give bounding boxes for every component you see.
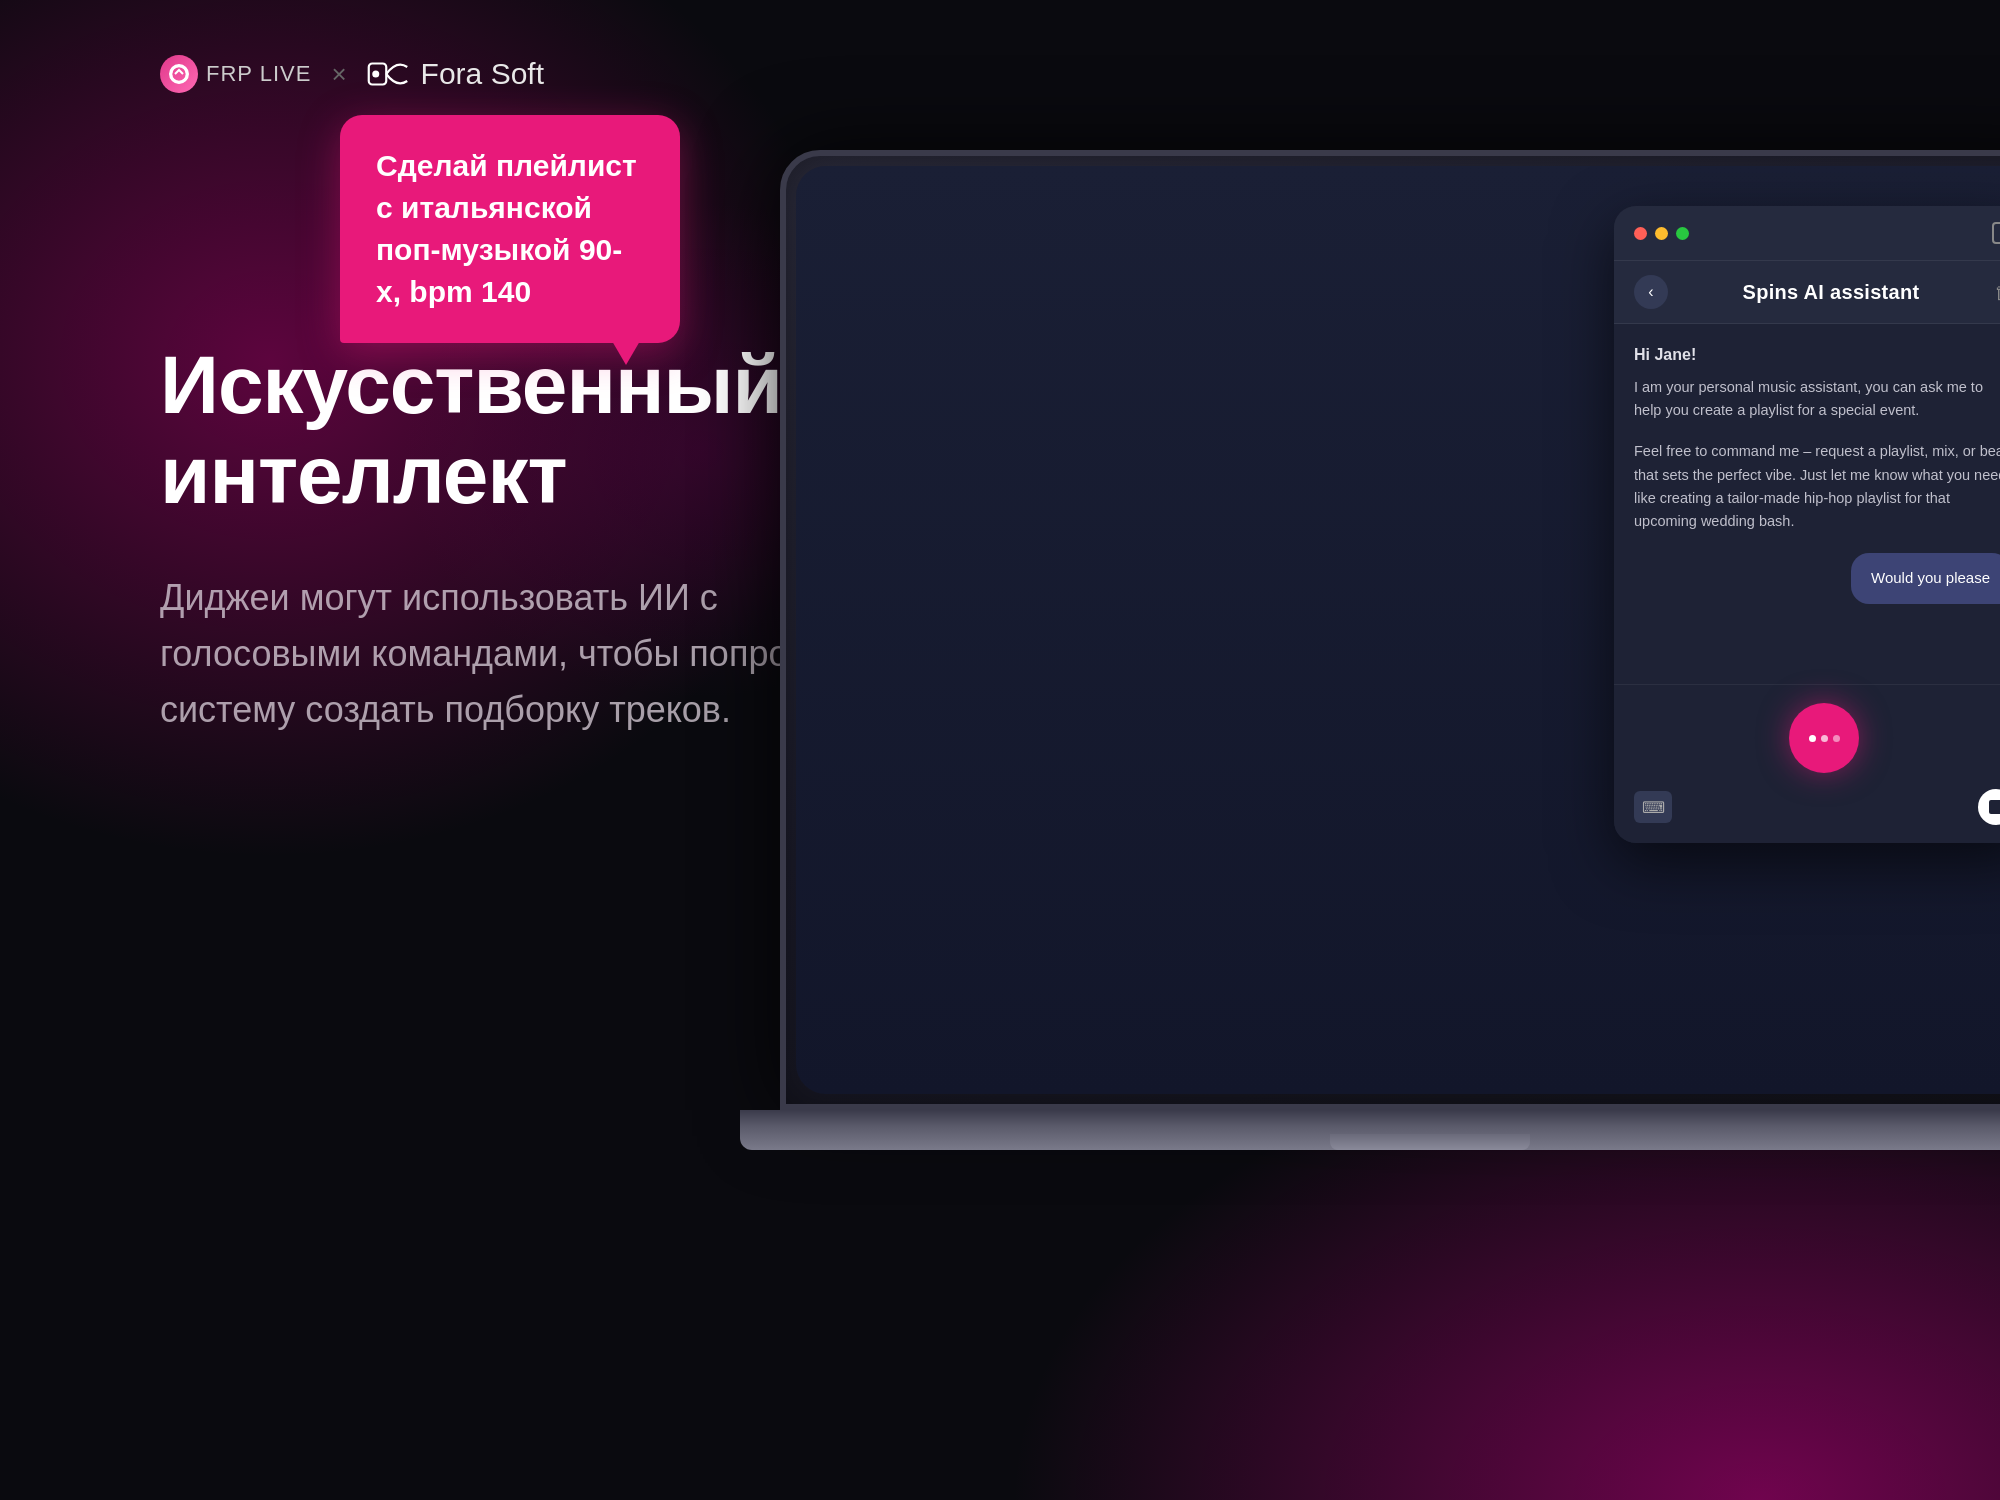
header: FRP LIVE × Fora Soft [160, 55, 544, 93]
chat-header-bar [1614, 206, 2000, 261]
ai-greeting: Hi Jane! [1634, 346, 2000, 364]
stop-square [1989, 800, 2000, 814]
frp-live-label: FRP LIVE [206, 61, 311, 87]
laptop-container: ‹ Spins AI assistant 🗑 Hi Jane! I am you… [730, 70, 2000, 1420]
speech-bubble: Сделай плейлист с итальянской поп-музыко… [340, 115, 680, 343]
window-dots [1634, 227, 1689, 240]
stop-button[interactable] [1978, 789, 2000, 825]
user-message-container: Would you please [1634, 553, 2000, 604]
voice-dot-3 [1833, 735, 1840, 742]
user-bubble: Would you please [1851, 553, 2000, 604]
chat-messages: Hi Jane! I am your personal music assist… [1614, 324, 2000, 684]
laptop: ‹ Spins AI assistant 🗑 Hi Jane! I am you… [780, 150, 2000, 1320]
dot-yellow [1655, 227, 1668, 240]
back-button[interactable]: ‹ [1634, 275, 1668, 309]
laptop-base [740, 1110, 2000, 1150]
ai-message-2: Feel free to command me – request a play… [1634, 440, 2000, 533]
frp-logo-group: FRP LIVE [160, 55, 311, 93]
ai-message-1: I am your personal music assistant, you … [1634, 376, 2000, 422]
header-separator: × [331, 59, 346, 90]
fora-soft-logo: Fora Soft [367, 56, 544, 92]
laptop-screen: ‹ Spins AI assistant 🗑 Hi Jane! I am you… [780, 150, 2000, 1110]
voice-dots [1809, 735, 1840, 742]
window-share-icon [1992, 222, 2000, 244]
trash-button[interactable]: 🗑 [1994, 281, 2000, 304]
dot-red [1634, 227, 1647, 240]
dot-green [1676, 227, 1689, 240]
frp-icon [160, 55, 198, 93]
screen-content: ‹ Spins AI assistant 🗑 Hi Jane! I am you… [796, 166, 2000, 1094]
user-bubble-text: Would you please [1871, 569, 1990, 586]
chat-title: Spins AI assistant [1743, 281, 1920, 304]
speech-text: Сделай плейлист с итальянской поп-музыко… [376, 145, 644, 313]
chat-title-bar: ‹ Spins AI assistant 🗑 [1614, 261, 2000, 324]
voice-dot-1 [1809, 735, 1816, 742]
svg-point-2 [372, 71, 379, 78]
voice-dot-2 [1821, 735, 1828, 742]
chat-bottom: ⌨ [1614, 684, 2000, 843]
fora-icon [367, 56, 409, 92]
keyboard-button[interactable]: ⌨ [1634, 791, 1672, 823]
svg-point-0 [171, 66, 187, 82]
chat-controls-row: ⌨ [1634, 789, 2000, 825]
fora-soft-name: Fora Soft [421, 57, 544, 91]
laptop-screen-inner: ‹ Spins AI assistant 🗑 Hi Jane! I am you… [796, 166, 2000, 1094]
voice-indicator[interactable] [1789, 703, 1859, 773]
chat-panel: ‹ Spins AI assistant 🗑 Hi Jane! I am you… [1614, 206, 2000, 843]
